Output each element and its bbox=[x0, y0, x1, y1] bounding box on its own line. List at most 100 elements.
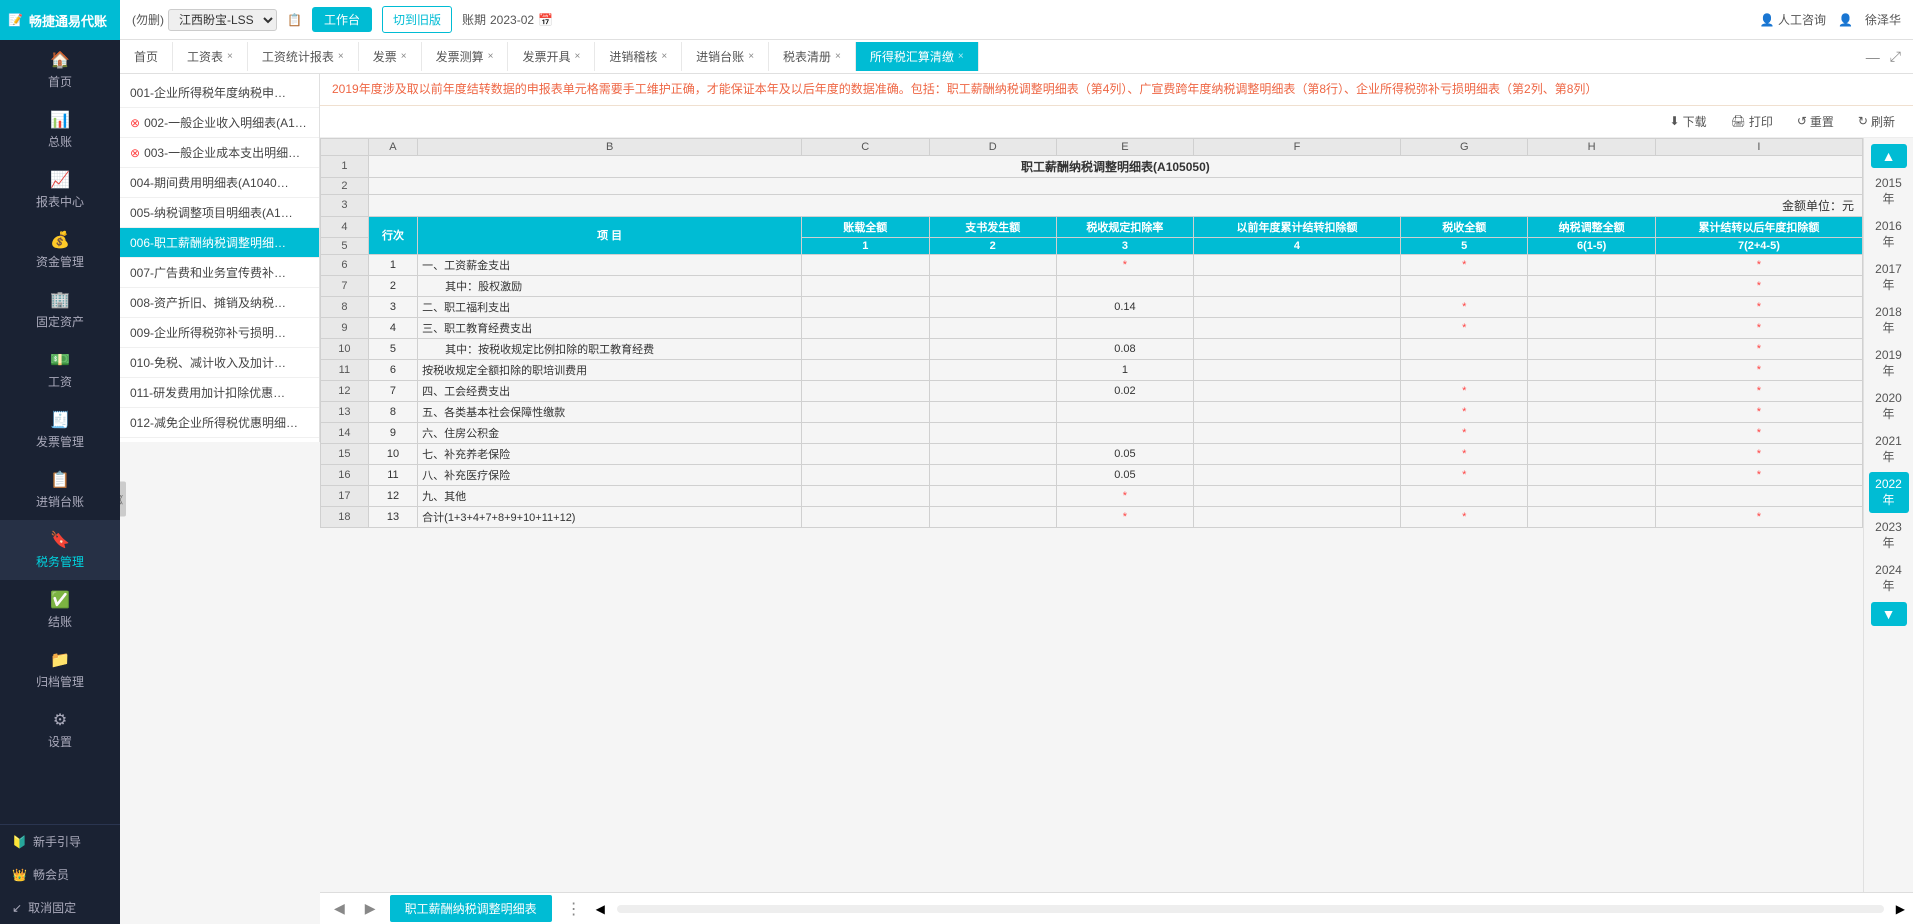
list-item-009[interactable]: 009-企业所得税弥补亏损明… bbox=[120, 318, 319, 348]
year-2018[interactable]: 2018年 bbox=[1869, 300, 1909, 341]
row6-c6[interactable] bbox=[1528, 254, 1655, 275]
tab-purchase-check-close[interactable]: × bbox=[661, 51, 667, 62]
list-item-011[interactable]: 011-研发费用加计扣除优惠… bbox=[120, 378, 319, 408]
row7-c4[interactable] bbox=[1193, 275, 1400, 296]
row9-c4[interactable] bbox=[1193, 317, 1400, 338]
tab-purchase-ledger[interactable]: 进销台账 × bbox=[682, 42, 769, 71]
year-2017[interactable]: 2017年 bbox=[1869, 257, 1909, 298]
sidebar-item-funds[interactable]: 💰 资金管理 bbox=[0, 220, 120, 280]
row12-c2[interactable] bbox=[929, 380, 1056, 401]
help-button[interactable]: 👤 人工咨询 bbox=[1760, 11, 1826, 28]
row8-c6[interactable] bbox=[1528, 296, 1655, 317]
tab-purchase-ledger-close[interactable]: × bbox=[748, 51, 754, 62]
list-item-007[interactable]: 007-广告费和业务宣传费补… bbox=[120, 258, 319, 288]
row6-c1[interactable] bbox=[802, 254, 929, 275]
row13-c3[interactable] bbox=[1056, 401, 1193, 422]
row10-c5[interactable] bbox=[1401, 338, 1528, 359]
tab-tax-table[interactable]: 税表清册 × bbox=[769, 42, 856, 71]
row17-c5[interactable] bbox=[1401, 485, 1528, 506]
sheet-left-arrow[interactable]: ◀ bbox=[328, 898, 351, 919]
row14-c1[interactable] bbox=[802, 422, 929, 443]
switch-old-button[interactable]: 切到旧版 bbox=[382, 6, 452, 33]
row13-c1[interactable] bbox=[802, 401, 929, 422]
row14-c4[interactable] bbox=[1193, 422, 1400, 443]
sheet-right-arrow[interactable]: ▶ bbox=[359, 898, 382, 919]
row8-c4[interactable] bbox=[1193, 296, 1400, 317]
row16-c1[interactable] bbox=[802, 464, 929, 485]
sidebar-item-guide[interactable]: 🔰 新手引导 bbox=[0, 825, 120, 858]
list-item-002[interactable]: ⊗ 002-一般企业收入明细表(A1… bbox=[120, 108, 319, 138]
tab-home[interactable]: 首页 bbox=[120, 42, 173, 71]
row15-c2[interactable] bbox=[929, 443, 1056, 464]
sidebar-item-close[interactable]: ✅ 结账 bbox=[0, 580, 120, 640]
tab-payroll-close[interactable]: × bbox=[227, 51, 233, 62]
row13-c2[interactable] bbox=[929, 401, 1056, 422]
sidebar-item-payroll[interactable]: 💵 工资 bbox=[0, 340, 120, 400]
tab-income-tax-close[interactable]: × bbox=[958, 51, 964, 62]
tab-invoice-calc-close[interactable]: × bbox=[488, 51, 494, 62]
tab-invoice-issue-close[interactable]: × bbox=[574, 51, 580, 62]
row9-c6[interactable] bbox=[1528, 317, 1655, 338]
tab-minimize-button[interactable]: — bbox=[1862, 47, 1884, 67]
row16-c2[interactable] bbox=[929, 464, 1056, 485]
row13-c6[interactable] bbox=[1528, 401, 1655, 422]
tab-invoice-issue[interactable]: 发票开具 × bbox=[508, 42, 595, 71]
year-2023[interactable]: 2023年 bbox=[1869, 515, 1909, 556]
year-2020[interactable]: 2020年 bbox=[1869, 386, 1909, 427]
row18-c6[interactable] bbox=[1528, 506, 1655, 527]
row18-c1[interactable] bbox=[802, 506, 929, 527]
list-item-005[interactable]: 005-纳税调整项目明细表(A1… bbox=[120, 198, 319, 228]
sidebar-item-reports[interactable]: 📈 报表中心 bbox=[0, 160, 120, 220]
tab-payroll-stats-close[interactable]: × bbox=[338, 51, 344, 62]
sidebar-item-settings[interactable]: ⚙ 设置 bbox=[0, 700, 120, 760]
sidebar-item-member[interactable]: 👑 畅会员 bbox=[0, 858, 120, 891]
refresh-button[interactable]: ↻ 刷新 bbox=[1852, 110, 1901, 133]
row11-c5[interactable] bbox=[1401, 359, 1528, 380]
tab-invoice-calc[interactable]: 发票测算 × bbox=[422, 42, 509, 71]
tab-invoice[interactable]: 发票 × bbox=[359, 42, 422, 71]
list-item-003[interactable]: ⊗ 003-一般企业成本支出明细… bbox=[120, 138, 319, 168]
row10-c2[interactable] bbox=[929, 338, 1056, 359]
row10-c1[interactable] bbox=[802, 338, 929, 359]
row17-c4[interactable] bbox=[1193, 485, 1400, 506]
scroll-right-icon[interactable]: ▶ bbox=[1896, 902, 1905, 916]
row9-c2[interactable] bbox=[929, 317, 1056, 338]
list-item-012[interactable]: 012-减免企业所得税优惠明细… bbox=[120, 408, 319, 438]
list-item-010[interactable]: 010-免税、减计收入及加计… bbox=[120, 348, 319, 378]
bottom-scrollbar[interactable] bbox=[617, 905, 1884, 913]
row9-c3[interactable] bbox=[1056, 317, 1193, 338]
scroll-left-icon[interactable]: ◀ bbox=[596, 902, 605, 916]
row16-c4[interactable] bbox=[1193, 464, 1400, 485]
row7-c3[interactable] bbox=[1056, 275, 1193, 296]
row7-c2[interactable] bbox=[929, 275, 1056, 296]
row10-c6[interactable] bbox=[1528, 338, 1655, 359]
year-down-button[interactable]: ▼ bbox=[1871, 602, 1907, 626]
row18-c2[interactable] bbox=[929, 506, 1056, 527]
row7-c5[interactable] bbox=[1401, 275, 1528, 296]
sheet-more-button[interactable]: ⋮ bbox=[560, 897, 588, 921]
row7-c6[interactable] bbox=[1528, 275, 1655, 296]
row15-c6[interactable] bbox=[1528, 443, 1655, 464]
sidebar-item-ledger[interactable]: 📊 总账 bbox=[0, 100, 120, 160]
year-2022[interactable]: 2022年 bbox=[1869, 472, 1909, 513]
row14-c3[interactable] bbox=[1056, 422, 1193, 443]
year-2016[interactable]: 2016年 bbox=[1869, 214, 1909, 255]
row17-c2[interactable] bbox=[929, 485, 1056, 506]
download-button[interactable]: ⬇ 下载 bbox=[1664, 110, 1713, 133]
sidebar-item-cancel-fixed[interactable]: ↙ 取消固定 bbox=[0, 891, 120, 924]
company-dropdown[interactable]: 江西盼宝-LSS bbox=[168, 9, 277, 31]
row9-c1[interactable] bbox=[802, 317, 929, 338]
tab-purchase-check[interactable]: 进销稽核 × bbox=[595, 42, 682, 71]
row6-c4[interactable] bbox=[1193, 254, 1400, 275]
tab-invoice-close[interactable]: × bbox=[401, 51, 407, 62]
sidebar-item-purchases[interactable]: 📋 进销台账 bbox=[0, 460, 120, 520]
reset-button[interactable]: ↺ 重置 bbox=[1791, 110, 1840, 133]
row7-c1[interactable] bbox=[802, 275, 929, 296]
sheet-tab-main[interactable]: 职工薪酬纳税调整明细表 bbox=[390, 895, 552, 922]
tab-payroll[interactable]: 工资表 × bbox=[173, 42, 248, 71]
year-2021[interactable]: 2021年 bbox=[1869, 429, 1909, 470]
sidebar-item-tax[interactable]: 🔖 税务管理 bbox=[0, 520, 120, 580]
list-item-008[interactable]: 008-资产折旧、摊销及纳税… bbox=[120, 288, 319, 318]
row15-c1[interactable] bbox=[802, 443, 929, 464]
tab-tax-table-close[interactable]: × bbox=[835, 51, 841, 62]
